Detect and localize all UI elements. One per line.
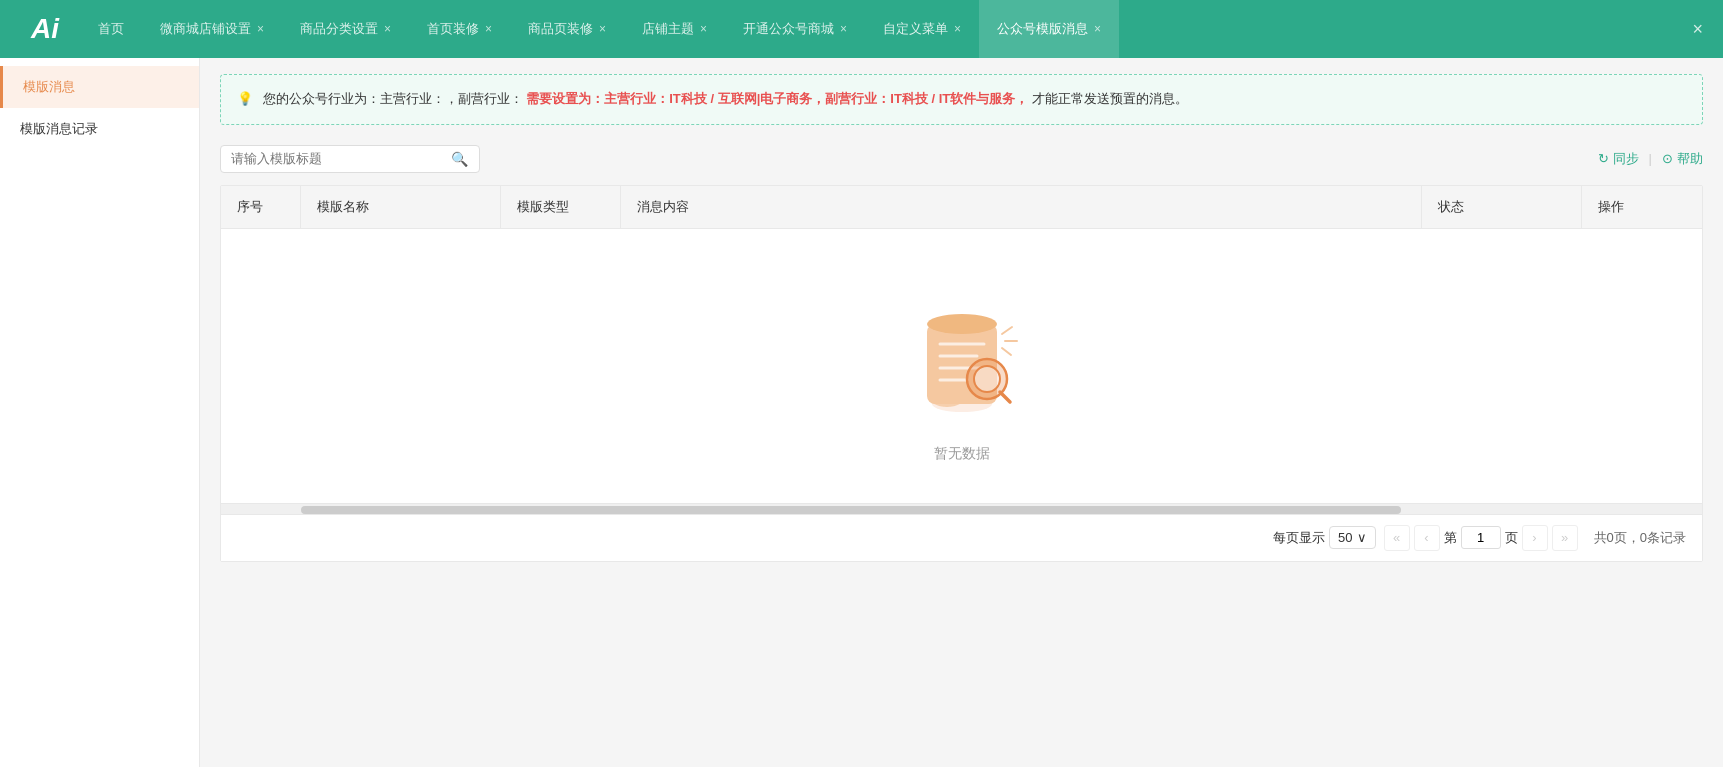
logo: Ai xyxy=(10,0,80,58)
close-tab-shop-theme[interactable]: × xyxy=(700,23,707,35)
content-area: 💡 您的公众号行业为：主营行业：，副营行业： 需要设置为：主营行业：IT科技 /… xyxy=(200,58,1723,767)
notice-highlight: 需要设置为：主营行业：IT科技 / 互联网|电子商务，副营行业：IT科技 / I… xyxy=(526,91,1028,106)
notice-suffix: 才能正常发送预置的消息。 xyxy=(1032,91,1188,106)
svg-line-10 xyxy=(1000,392,1010,402)
tab-product-decor[interactable]: 商品页装修 × xyxy=(510,0,624,58)
table-header: 序号 模版名称 模版类型 消息内容 状态 操作 xyxy=(221,186,1702,229)
col-header-index: 序号 xyxy=(221,186,301,228)
empty-state: 暂无数据 xyxy=(221,229,1702,503)
scrollbar-thumb[interactable] xyxy=(301,506,1401,514)
tab-category-settings[interactable]: 商品分类设置 × xyxy=(282,0,409,58)
tab-home[interactable]: 首页 xyxy=(80,0,142,58)
close-tab-product-decor[interactable]: × xyxy=(599,23,606,35)
next-page-button[interactable]: › xyxy=(1522,525,1548,551)
sidebar: 模版消息 模版消息记录 xyxy=(0,58,200,767)
per-page-select[interactable]: 50 ∨ xyxy=(1329,526,1375,549)
last-page-button[interactable]: » xyxy=(1552,525,1578,551)
sync-icon: ↻ xyxy=(1598,151,1609,166)
toolbar-divider: | xyxy=(1649,151,1652,166)
close-tab-custom-menu[interactable]: × xyxy=(954,23,961,35)
prev-page-button[interactable]: ‹ xyxy=(1414,525,1440,551)
total-info: 共0页，0条记录 xyxy=(1594,529,1686,547)
toolbar-right: ↻ 同步 | ⊙ 帮助 xyxy=(1598,150,1703,168)
col-header-status: 状态 xyxy=(1422,186,1582,228)
notice-prefix: 您的公众号行业为：主营行业：，副营行业： xyxy=(263,91,523,106)
tab-bar: Ai 首页 微商城店铺设置 × 商品分类设置 × 首页装修 × 商品页装修 × … xyxy=(0,0,1723,58)
close-tab-open-wechat-mall[interactable]: × xyxy=(840,23,847,35)
close-tab-shop-settings[interactable]: × xyxy=(257,23,264,35)
svg-line-11 xyxy=(1002,327,1012,334)
tab-homepage-decor[interactable]: 首页装修 × xyxy=(409,0,510,58)
svg-point-3 xyxy=(927,314,997,334)
search-icon[interactable]: 🔍 xyxy=(451,151,468,167)
col-header-type: 模版类型 xyxy=(501,186,621,228)
close-tab-category-settings[interactable]: × xyxy=(384,23,391,35)
page-size-selector: 每页显示 50 ∨ xyxy=(1273,526,1375,549)
tab-shop-theme[interactable]: 店铺主题 × xyxy=(624,0,725,58)
col-header-content: 消息内容 xyxy=(621,186,1422,228)
first-page-button[interactable]: « xyxy=(1384,525,1410,551)
close-all-button[interactable]: × xyxy=(1682,19,1713,40)
page-suffix: 页 xyxy=(1505,529,1518,547)
svg-point-9 xyxy=(974,366,1000,392)
search-row: 🔍 ↻ 同步 | ⊙ 帮助 xyxy=(220,145,1703,173)
search-box[interactable]: 🔍 xyxy=(220,145,480,173)
page-input[interactable] xyxy=(1461,526,1501,549)
page-navigation: « ‹ 第 页 › » xyxy=(1384,525,1578,551)
search-input[interactable] xyxy=(231,151,451,166)
tab-custom-menu[interactable]: 自定义菜单 × xyxy=(865,0,979,58)
close-tab-homepage-decor[interactable]: × xyxy=(485,23,492,35)
sidebar-item-template-message-records[interactable]: 模版消息记录 xyxy=(0,108,199,150)
empty-illustration xyxy=(892,289,1032,429)
col-header-action: 操作 xyxy=(1582,186,1702,228)
notice-banner: 💡 您的公众号行业为：主营行业：，副营行业： 需要设置为：主营行业：IT科技 /… xyxy=(220,74,1703,125)
horizontal-scrollbar[interactable] xyxy=(221,503,1702,515)
sync-button[interactable]: ↻ 同步 xyxy=(1598,150,1639,168)
tab-open-wechat-mall[interactable]: 开通公众号商城 × xyxy=(725,0,865,58)
main-layout: 模版消息 模版消息记录 💡 您的公众号行业为：主营行业：，副营行业： 需要设置为… xyxy=(0,58,1723,767)
table-wrapper: 序号 模版名称 模版类型 消息内容 状态 操作 xyxy=(220,185,1703,562)
col-header-name: 模版名称 xyxy=(301,186,501,228)
empty-text: 暂无数据 xyxy=(934,445,990,463)
help-button[interactable]: ⊙ 帮助 xyxy=(1662,150,1703,168)
per-page-label: 每页显示 xyxy=(1273,529,1325,547)
notice-icon: 💡 xyxy=(237,91,253,106)
page-prefix: 第 xyxy=(1444,529,1457,547)
close-tab-template-message[interactable]: × xyxy=(1094,23,1101,35)
tab-shop-settings[interactable]: 微商城店铺设置 × xyxy=(142,0,282,58)
tab-template-message[interactable]: 公众号模版消息 × xyxy=(979,0,1119,58)
pagination: 每页显示 50 ∨ « ‹ 第 页 › » 共0页，0条记录 xyxy=(221,515,1702,561)
chevron-down-icon: ∨ xyxy=(1357,530,1367,545)
help-icon: ⊙ xyxy=(1662,151,1673,166)
sidebar-item-template-message[interactable]: 模版消息 xyxy=(0,66,199,108)
svg-line-13 xyxy=(1002,348,1011,355)
